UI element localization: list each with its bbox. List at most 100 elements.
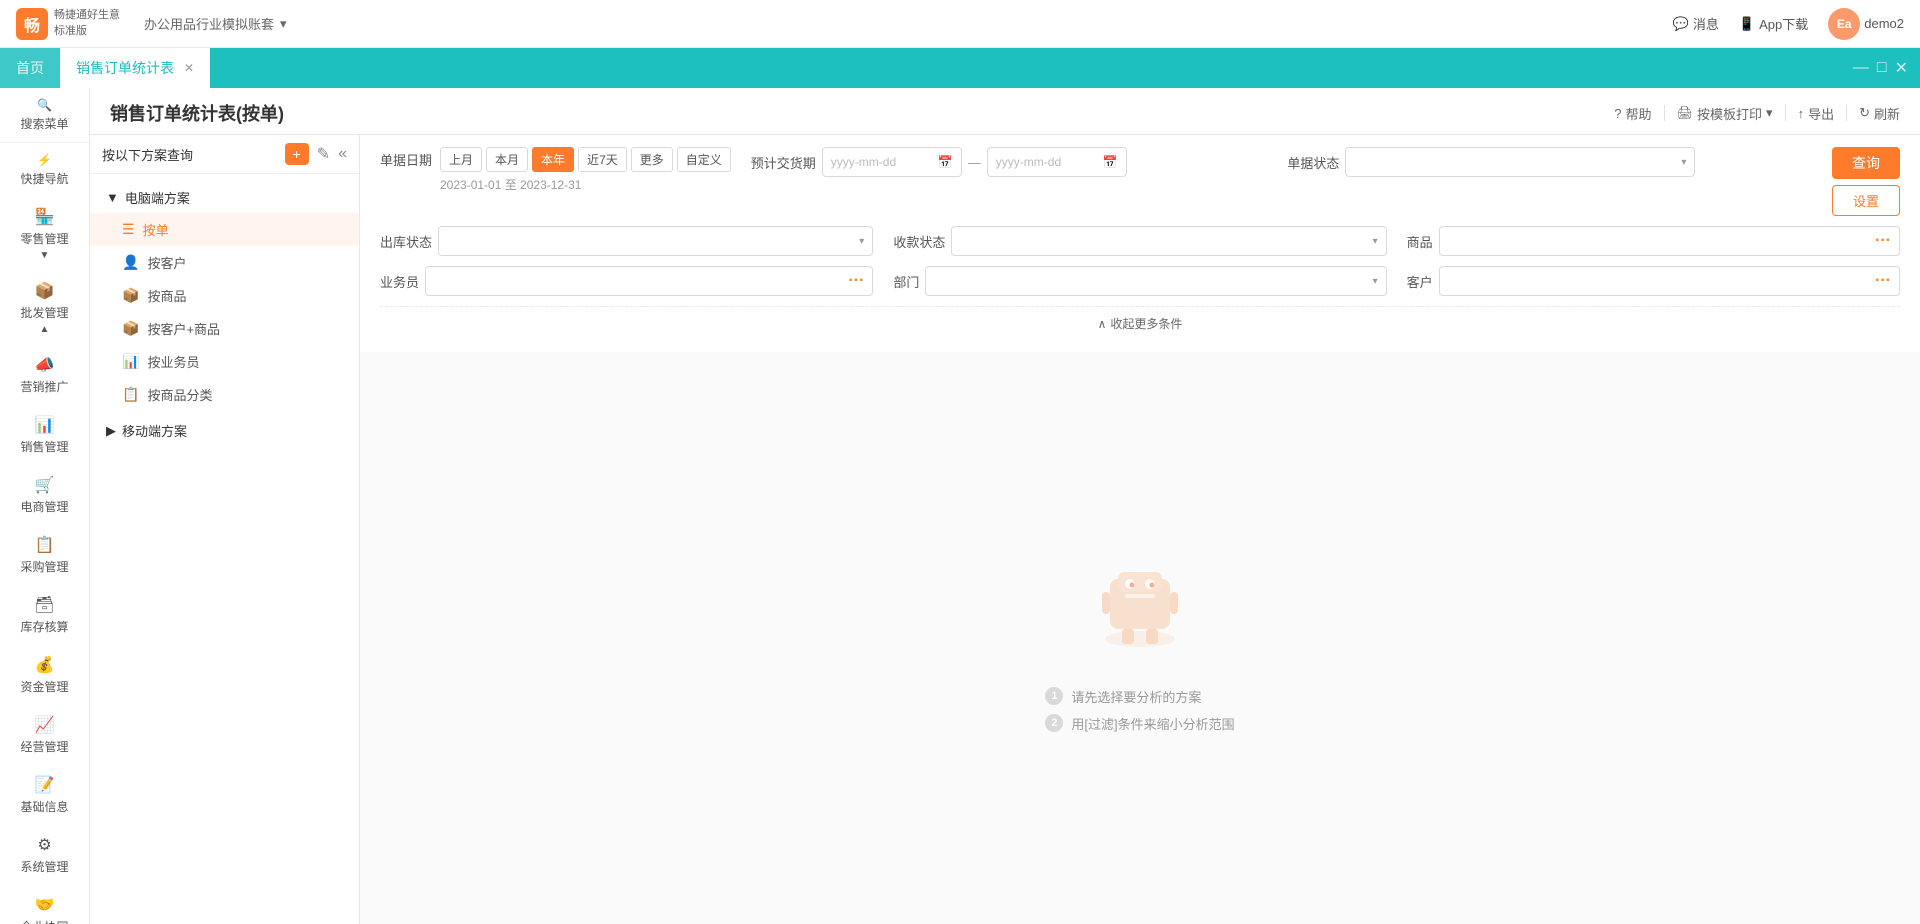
app-download-btn[interactable]: 📱 App下载	[1739, 14, 1808, 33]
sidebar-item-sales[interactable]: 📊 销售管理	[0, 405, 89, 465]
top-bar-right: 💬 消息 📱 App下载 Ea demo2	[1673, 8, 1904, 40]
breadcrumb-area[interactable]: 办公用品行业模拟账套 ▾	[144, 14, 287, 33]
sidebar-item-quick-nav[interactable]: ⚡ 快捷导航	[0, 143, 89, 197]
sidebar-inventory-label: 库存核算	[20, 618, 68, 635]
top-bar-left: 畅 畅捷通好生意标准版 办公用品行业模拟账套 ▾	[16, 8, 287, 40]
collapse-panel-btn[interactable]: «	[338, 145, 347, 163]
expected-date-to-input[interactable]: yyyy-mm-dd 📅	[987, 147, 1127, 177]
export-btn[interactable]: ↑ 导出	[1798, 104, 1835, 123]
by-goods-icon: 📦	[122, 287, 139, 304]
tree-group-expand-icon: ▼	[106, 190, 119, 205]
tree-group-mobile-header[interactable]: ▶ 移动端方案	[90, 415, 359, 446]
add-scheme-btn[interactable]: +	[285, 143, 309, 165]
enterprise-icon: 🤝	[35, 895, 55, 915]
tree-group-pc-label: 电脑端方案	[125, 188, 190, 207]
goods-input[interactable]: ···	[1439, 226, 1900, 256]
filter-area: 单据日期 上月 本月 本年 近7天 更多 自定义	[360, 135, 1920, 352]
user-area[interactable]: Ea demo2	[1828, 8, 1904, 40]
pay-status-select[interactable]: ▾	[951, 226, 1386, 256]
tip-text-1: 请先选择要分析的方案	[1071, 687, 1201, 706]
expected-date-to-placeholder: yyyy-mm-dd	[996, 155, 1061, 169]
sidebar-sales-label: 销售管理	[20, 438, 68, 455]
tree-group-pc-header[interactable]: ▼ 电脑端方案	[90, 182, 359, 213]
message-label: 消息	[1693, 14, 1719, 33]
expected-date-from-input[interactable]: yyyy-mm-dd 📅	[822, 147, 962, 177]
tree-item-by-order[interactable]: ☰ 按单	[90, 213, 359, 246]
search-icon: 🔍	[37, 98, 52, 112]
sidebar-item-inventory[interactable]: 🗃 库存核算	[0, 585, 89, 645]
edit-scheme-btn[interactable]: ✎	[317, 144, 330, 164]
dept-select[interactable]: ▾	[925, 266, 1386, 296]
message-btn[interactable]: 💬 消息	[1673, 14, 1719, 33]
tab-close-btn[interactable]: ✕	[1895, 58, 1908, 78]
collapse-more-btn[interactable]: ∧ 收起更多条件	[380, 306, 1900, 340]
sidebar-item-marketing[interactable]: 📣 营销推广	[0, 345, 89, 405]
date-more-btn[interactable]: 更多	[631, 147, 673, 172]
sidebar-item-wholesale[interactable]: 📦 批发管理 ▲	[0, 271, 89, 345]
sidebar-item-ecom[interactable]: 🛒 电商管理	[0, 465, 89, 525]
empty-tips: 1 请先选择要分析的方案 2 用[过滤]条件来缩小分析范围	[1045, 687, 1234, 733]
date-last7-btn[interactable]: 近7天	[578, 147, 627, 172]
dropdown-title[interactable]: 办公用品行业模拟账套	[144, 14, 274, 33]
calendar-from-icon[interactable]: 📅	[938, 155, 953, 169]
sidebar-item-retail[interactable]: 🏪 零售管理 ▼	[0, 197, 89, 271]
tree-item-by-salesperson[interactable]: 📊 按业务员	[90, 345, 359, 378]
customer-ellipsis[interactable]: ···	[1875, 272, 1891, 290]
date-this-month-btn[interactable]: 本月	[486, 147, 528, 172]
empty-tip-2: 2 用[过滤]条件来缩小分析范围	[1045, 714, 1234, 733]
marketing-icon: 📣	[35, 355, 55, 375]
date-custom-btn[interactable]: 自定义	[677, 147, 731, 172]
tab-home[interactable]: 首页	[0, 48, 60, 88]
salesperson-input[interactable]: ···	[425, 266, 873, 296]
tree-item-by-cust-goods[interactable]: 📦 按客户+商品	[90, 312, 359, 345]
by-order-icon: ☰	[122, 221, 135, 238]
sidebar-search[interactable]: 🔍 搜索菜单	[0, 88, 89, 143]
date-separator: —	[968, 155, 981, 170]
tip-text-2: 用[过滤]条件来缩小分析范围	[1071, 714, 1234, 733]
query-btn[interactable]: 查询	[1832, 147, 1900, 179]
tree-group-mobile-expand-icon: ▶	[106, 423, 116, 439]
tab-stats-close[interactable]: ✕	[184, 61, 194, 75]
sidebar-item-purchase[interactable]: 📋 采购管理	[0, 525, 89, 585]
ship-status-select[interactable]: ▾	[438, 226, 873, 256]
export-label: 导出	[1808, 104, 1834, 123]
sidebar-item-basic[interactable]: 📝 基础信息	[0, 765, 89, 825]
tree-item-by-goods[interactable]: 📦 按商品	[90, 279, 359, 312]
date-this-year-btn[interactable]: 本年	[532, 147, 574, 172]
empty-state: 1 请先选择要分析的方案 2 用[过滤]条件来缩小分析范围	[360, 352, 1920, 924]
basic-icon: 📝	[35, 775, 55, 795]
right-panel: 单据日期 上月 本月 本年 近7天 更多 自定义	[360, 135, 1920, 924]
tab-stats[interactable]: 销售订单统计表 ✕	[60, 48, 210, 88]
calendar-to-icon[interactable]: 📅	[1103, 155, 1118, 169]
tree-item-by-customer[interactable]: 👤 按客户	[90, 246, 359, 279]
date-last-month-btn[interactable]: 上月	[440, 147, 482, 172]
tab-bar-actions: — □ ✕	[1853, 58, 1920, 78]
logo-area: 畅 畅捷通好生意标准版	[16, 8, 120, 40]
sidebar-item-enterprise[interactable]: 🤝 企业协同	[0, 885, 89, 924]
tree-item-by-salesperson-label: 按业务员	[147, 352, 199, 371]
settings-btn[interactable]: 设置	[1832, 185, 1900, 216]
dropdown-icon[interactable]: ▾	[280, 16, 287, 32]
divider-2	[1785, 105, 1786, 121]
tree-item-by-category-label: 按商品分类	[147, 385, 212, 404]
sidebar: 🔍 搜索菜单 ⚡ 快捷导航 🏪 零售管理 ▼ 📦 批发管理 ▲ 📣 营销推广 📊…	[0, 88, 90, 924]
tab-maximize-btn[interactable]: □	[1877, 59, 1887, 77]
help-icon: ?	[1614, 106, 1621, 121]
sidebar-retail-label: 零售管理	[20, 230, 68, 247]
pay-status-label: 收款状态	[893, 232, 945, 251]
goods-ellipsis[interactable]: ···	[1875, 232, 1891, 250]
by-salesperson-icon: 📊	[122, 353, 139, 370]
salesperson-ellipsis[interactable]: ···	[848, 272, 864, 290]
tab-minimize-btn[interactable]: —	[1853, 59, 1869, 77]
doc-status-select[interactable]: ▾	[1345, 147, 1695, 177]
tree-item-by-category[interactable]: 📋 按商品分类	[90, 378, 359, 411]
sidebar-item-finance[interactable]: 💰 资金管理	[0, 645, 89, 705]
print-btn[interactable]: 🖨 按模板打印 ▾	[1677, 104, 1773, 123]
customer-input[interactable]: ···	[1439, 266, 1900, 296]
help-btn[interactable]: ? 帮助	[1614, 104, 1651, 123]
refresh-btn[interactable]: ↻ 刷新	[1859, 104, 1900, 123]
quick-nav-icon: ⚡	[37, 153, 52, 167]
print-label: 按模板打印	[1697, 104, 1762, 123]
sidebar-item-operation[interactable]: 📈 经营管理	[0, 705, 89, 765]
sidebar-item-system[interactable]: ⚙ 系统管理	[0, 825, 89, 885]
